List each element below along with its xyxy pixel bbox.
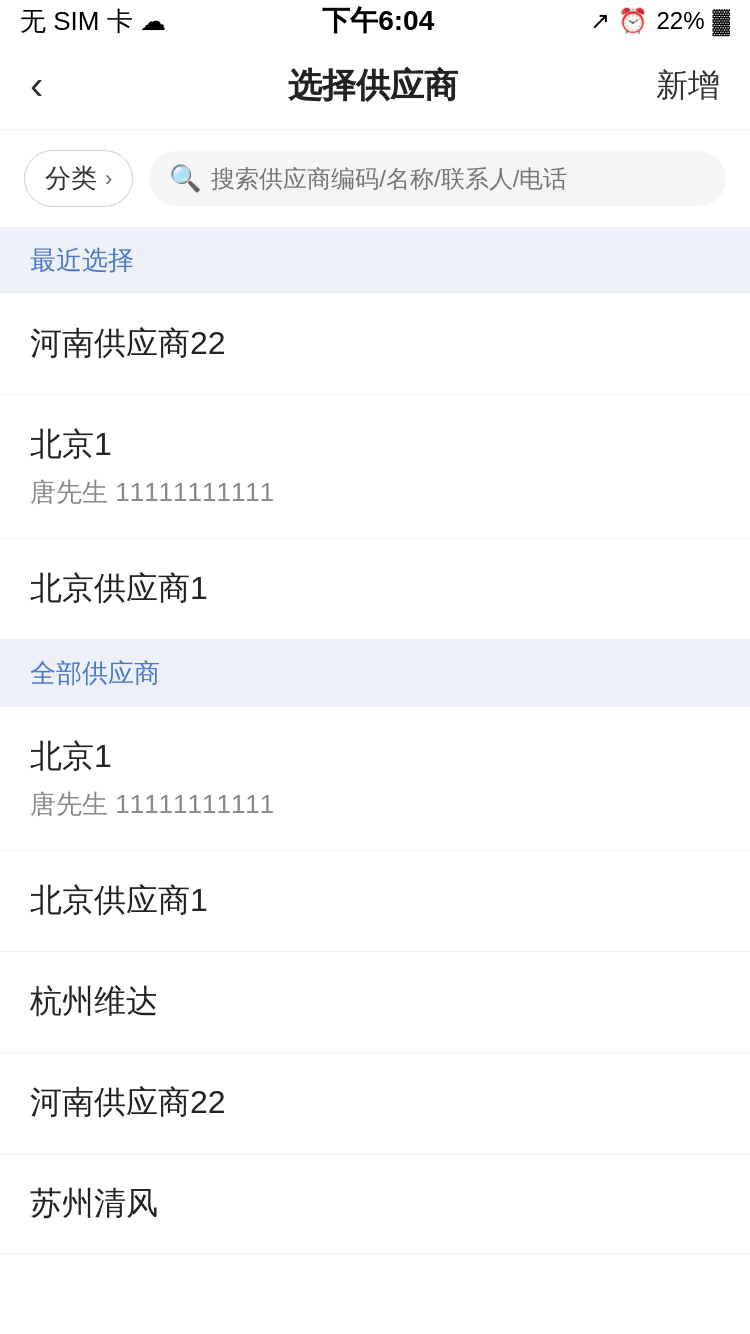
- recent-section-header: 最近选择: [0, 227, 750, 294]
- supplier-name: 河南供应商22: [30, 322, 720, 366]
- recent-list-item[interactable]: 北京1 唐先生 11111111111: [0, 395, 750, 539]
- supplier-name: 杭州维达: [30, 980, 720, 1024]
- all-list: 北京1 唐先生 11111111111 北京供应商1 杭州维达河南供应商22 苏州清风: [0, 707, 750, 1255]
- category-label: 分类: [45, 161, 97, 196]
- category-button[interactable]: 分类 ›: [24, 150, 133, 207]
- battery-level: 22%: [656, 7, 704, 35]
- search-box[interactable]: 🔍: [149, 151, 726, 206]
- supplier-name: 北京1: [30, 423, 720, 467]
- search-input[interactable]: [211, 165, 706, 193]
- status-bar: 无 SIM 卡 ☁ 下午6:04 ↗ ⏰ 22% ▓: [0, 0, 750, 42]
- recent-section-title: 最近选择: [30, 245, 134, 275]
- all-section-title: 全部供应商: [30, 658, 160, 688]
- status-left: 无 SIM 卡 ☁: [20, 4, 166, 39]
- all-list-item[interactable]: 北京1 唐先生 11111111111: [0, 707, 750, 851]
- supplier-name: 北京供应商1: [30, 879, 720, 923]
- all-list-item[interactable]: 河南供应商22: [0, 1053, 750, 1154]
- recent-list: 河南供应商22 北京1 唐先生 11111111111 北京供应商1: [0, 294, 750, 640]
- recent-list-item[interactable]: 北京供应商1: [0, 539, 750, 640]
- battery-icon: ▓: [713, 7, 731, 35]
- alarm-icon: ⏰: [618, 7, 648, 35]
- supplier-name: 河南供应商22: [30, 1081, 720, 1125]
- all-list-item[interactable]: 杭州维达: [0, 952, 750, 1053]
- nav-bar: ‹ 选择供应商 新增: [0, 42, 750, 130]
- supplier-name: 苏州清风: [30, 1182, 720, 1226]
- all-list-item[interactable]: 苏州清风: [0, 1154, 750, 1255]
- all-list-item[interactable]: 北京供应商1: [0, 851, 750, 952]
- status-time: 下午6:04: [322, 2, 434, 40]
- page-title: 选择供应商: [288, 63, 458, 109]
- filter-bar: 分类 › 🔍: [0, 130, 750, 227]
- supplier-contact: 唐先生 11111111111: [30, 475, 720, 510]
- back-button[interactable]: ‹: [30, 63, 90, 108]
- supplier-name: 北京供应商1: [30, 567, 720, 611]
- all-section-header: 全部供应商: [0, 640, 750, 707]
- location-icon: ↗: [590, 7, 610, 35]
- new-supplier-button[interactable]: 新增: [656, 64, 720, 108]
- status-right: ↗ ⏰ 22% ▓: [590, 7, 730, 35]
- chevron-right-icon: ›: [105, 166, 112, 192]
- supplier-name: 北京1: [30, 735, 720, 779]
- recent-list-item[interactable]: 河南供应商22: [0, 294, 750, 395]
- search-icon: 🔍: [169, 163, 201, 194]
- sim-status: 无 SIM 卡 ☁: [20, 4, 166, 39]
- supplier-contact: 唐先生 11111111111: [30, 787, 720, 822]
